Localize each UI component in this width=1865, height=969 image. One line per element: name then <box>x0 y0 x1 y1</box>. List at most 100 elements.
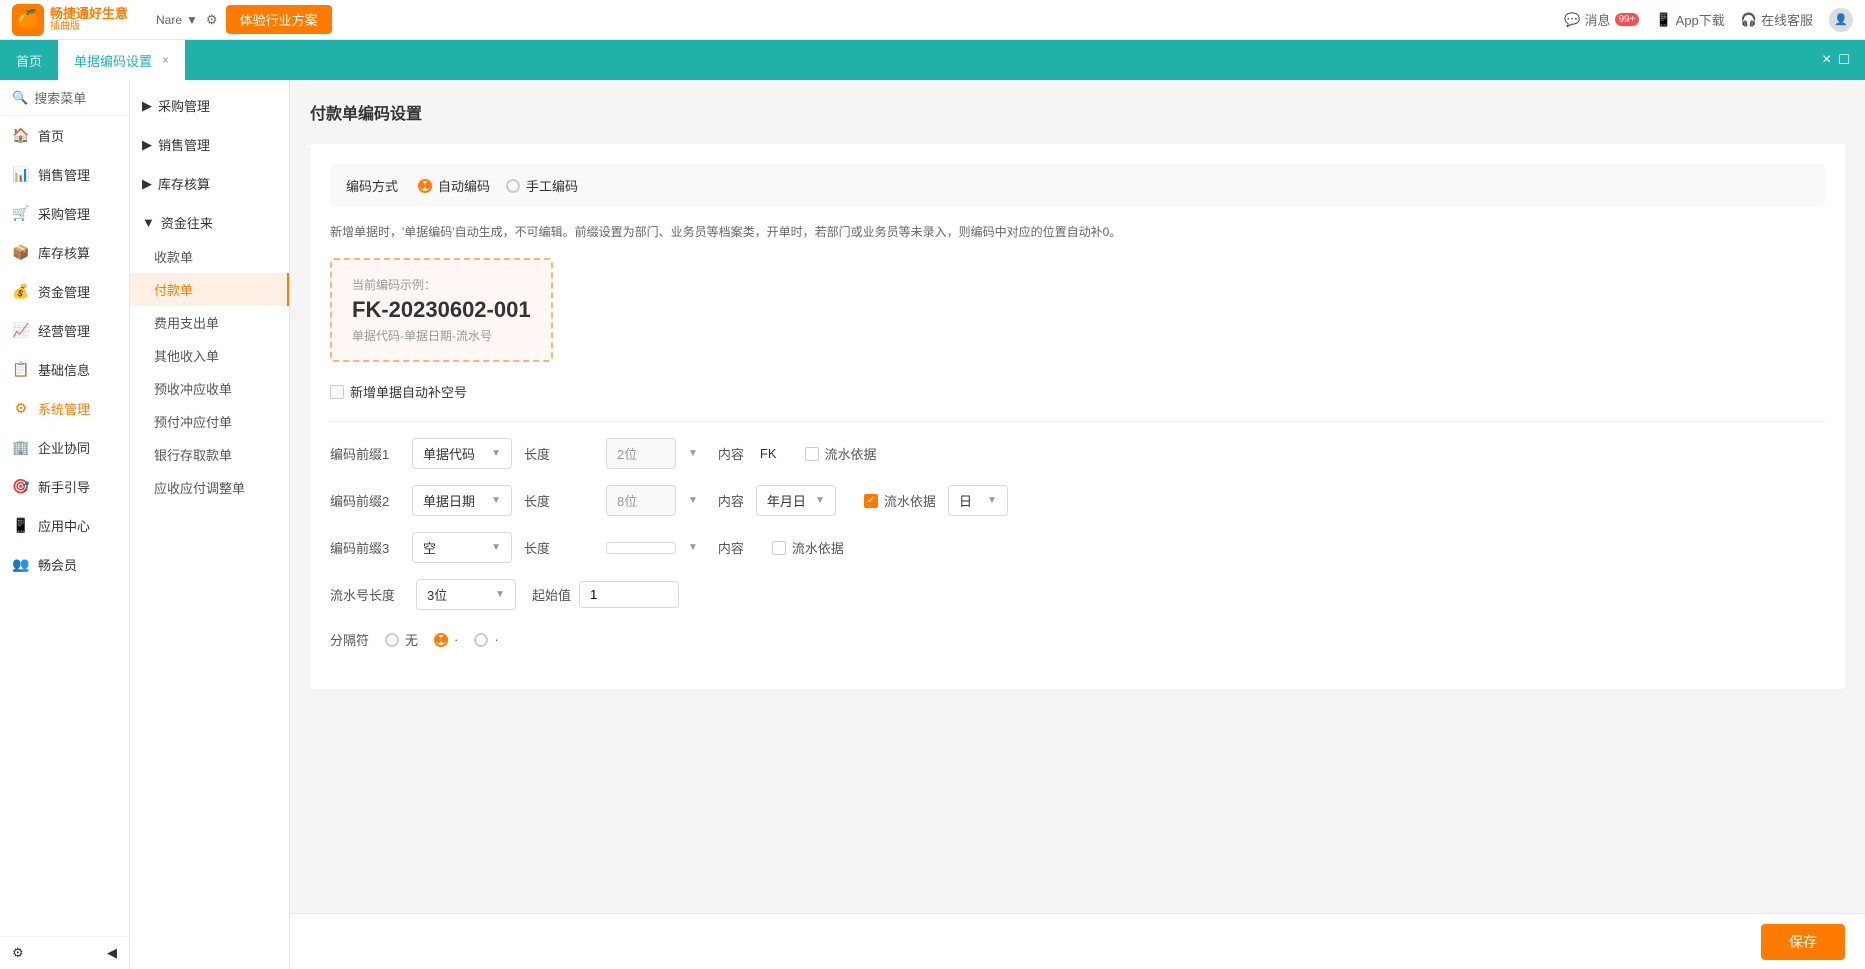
serial2-checkbox-group: ✓ 流水依据 <box>864 491 936 510</box>
encoding-method-row: 编码方式 自动编码 手工编码 <box>330 164 1825 207</box>
service-icon: 🎧 <box>1741 12 1757 28</box>
sub-group-inventory-title[interactable]: ▶ 库存核算 <box>130 166 289 201</box>
sidebar-collapse-icon[interactable]: ◀ <box>107 945 117 961</box>
sidebar-item-funds[interactable]: 💰 资金管理 <box>0 272 129 311</box>
auto-encoding-circle <box>418 179 432 193</box>
auto-fill-checkbox[interactable] <box>330 385 344 399</box>
funds-icon: 💰 <box>12 283 30 301</box>
prefix1-select[interactable]: 单据代码 ▼ <box>412 438 512 469</box>
home-icon: 🏠 <box>12 127 30 145</box>
sidebar-item-sales[interactable]: 📊 销售管理 <box>0 155 129 194</box>
online-service-button[interactable]: 🎧 在线客服 <box>1741 10 1813 29</box>
manual-encoding-circle <box>506 179 520 193</box>
sub-group-purchase-title[interactable]: ▶ 采购管理 <box>130 88 289 123</box>
content2-label: 内容 <box>718 491 744 510</box>
sidebar-item-guide[interactable]: 🎯 新手引导 <box>0 467 129 506</box>
sub-item-expense[interactable]: 费用支出单 <box>130 306 289 339</box>
minimize-button[interactable]: × <box>1822 51 1831 69</box>
sidebar-item-system[interactable]: ⚙ 系统管理 <box>0 389 129 428</box>
content1-label: 内容 <box>718 444 744 463</box>
avatar[interactable]: 👤 <box>1829 8 1853 32</box>
sub-item-prepay-receivable[interactable]: 预收冲应收单 <box>130 372 289 405</box>
sidebar-settings-icon[interactable]: ⚙ <box>12 945 24 961</box>
nav-dropdown[interactable]: Nare ▼ <box>156 13 198 27</box>
tab-close-icon[interactable]: × <box>162 53 169 67</box>
dropdown-arrow-content2: ▼ <box>815 495 825 506</box>
content1-value: FK <box>760 446 777 461</box>
sub-item-receivable-adjust[interactable]: 应收应付调整单 <box>130 471 289 504</box>
tab-encoding-settings[interactable]: 单据编码设置 × <box>58 40 185 80</box>
tab-bar-actions: × □ <box>1822 51 1849 69</box>
manual-encoding-radio[interactable]: 手工编码 <box>506 176 578 195</box>
chevron-right-icon2: ▶ <box>142 137 152 153</box>
sub-group-sales-title[interactable]: ▶ 销售管理 <box>130 127 289 162</box>
messages-badge: 99+ <box>1615 13 1640 26</box>
chevron-down-icon: ▼ <box>186 13 198 27</box>
inventory-icon: 📦 <box>12 244 30 262</box>
content2-select[interactable]: 年月日 ▼ <box>756 485 836 516</box>
prefix3-select[interactable]: 空 ▼ <box>412 532 512 563</box>
dropdown-arrow-unit2: ▼ <box>987 495 997 506</box>
dropdown-arrow-len2: ▼ <box>688 495 698 506</box>
code-preview: 当前编码示例： FK-20230602-001 单据代码-单据日期-流水号 <box>330 258 553 362</box>
download-icon: 📱 <box>1655 12 1671 28</box>
enterprise-icon: 🏢 <box>12 439 30 457</box>
sidebar-search[interactable]: 🔍 搜索菜单 <box>0 80 129 116</box>
length3-input[interactable] <box>606 542 676 554</box>
sub-item-other-income[interactable]: 其他收入单 <box>130 339 289 372</box>
start-value-input[interactable] <box>579 581 679 608</box>
sidebar-item-home[interactable]: 🏠 首页 <box>0 116 129 155</box>
sidebar-item-purchase[interactable]: 🛒 采购管理 <box>0 194 129 233</box>
sidebar-item-operations[interactable]: 📈 经营管理 <box>0 311 129 350</box>
chevron-down-icon2: ▼ <box>142 215 155 230</box>
serial2-checkbox[interactable]: ✓ <box>864 494 878 508</box>
save-button[interactable]: 保存 <box>1761 924 1845 960</box>
messages-button[interactable]: 💬 消息 99+ <box>1564 10 1639 29</box>
sidebar-item-apps[interactable]: 📱 应用中心 <box>0 506 129 545</box>
separator-dot-radio[interactable]: · <box>434 632 458 647</box>
sub-item-prepay-payable[interactable]: 预付冲应付单 <box>130 405 289 438</box>
sidebar-item-basics[interactable]: 📋 基础信息 <box>0 350 129 389</box>
sub-item-payment[interactable]: 付款单 <box>130 273 289 306</box>
sub-group-purchase: ▶ 采购管理 <box>130 88 289 123</box>
apps-icon: 📱 <box>12 517 30 535</box>
sidebar-item-member[interactable]: 👥 畅会员 <box>0 545 129 584</box>
maximize-button[interactable]: □ <box>1839 51 1849 69</box>
logo-text: 畅捷通好生意 插曲版 <box>50 6 128 34</box>
auto-encoding-radio[interactable]: 自动编码 <box>418 176 490 195</box>
industry-solution-button[interactable]: 体验行业方案 <box>226 5 332 34</box>
sidebar-item-inventory[interactable]: 📦 库存核算 <box>0 233 129 272</box>
separator-dot2-radio[interactable]: · <box>474 632 498 647</box>
logo: 🍊 畅捷通好生意 插曲版 <box>12 4 128 36</box>
sub-group-funds-title[interactable]: ▼ 资金往来 <box>130 205 289 240</box>
length1-label: 长度 <box>524 444 594 463</box>
serial1-checkbox-group: 流水依据 <box>805 444 877 463</box>
page-footer: 保存 <box>290 913 1865 969</box>
app-download-button[interactable]: 📱 App下载 <box>1655 10 1724 29</box>
tab-home[interactable]: 首页 <box>0 40 58 80</box>
guide-icon: 🎯 <box>12 478 30 496</box>
top-bar-nav: Nare ▼ ⚙ 体验行业方案 <box>156 5 332 34</box>
separator-row: 分隔符 无 · · <box>330 630 1825 649</box>
sub-item-receipt[interactable]: 收款单 <box>130 240 289 273</box>
length1-input: 2位 <box>606 438 676 469</box>
nav-settings-icon[interactable]: ⚙ <box>206 12 218 28</box>
prefix2-row: 编码前缀2 单据日期 ▼ 长度 8位 ▼ 内容 年月日 ▼ ✓ 流 <box>330 485 1825 516</box>
serial3-checkbox[interactable] <box>772 541 786 555</box>
separator-none-radio[interactable]: 无 <box>385 630 418 649</box>
serial-length-select[interactable]: 3位 ▼ <box>416 579 516 610</box>
sub-item-bank-deposit[interactable]: 银行存取款单 <box>130 438 289 471</box>
dropdown-arrow2: ▼ <box>491 495 501 506</box>
info-text: 新增单据时，'单据编码'自动生成，不可编辑。前缀设置为部门、业务员等档案类，开单… <box>330 223 1825 242</box>
prefix2-select[interactable]: 单据日期 ▼ <box>412 485 512 516</box>
serial1-checkbox[interactable] <box>805 447 819 461</box>
dropdown-arrow3: ▼ <box>491 542 501 553</box>
main-layout: 🔍 搜索菜单 🏠 首页 📊 销售管理 🛒 采购管理 📦 库存核算 💰 资金管理 … <box>0 80 1865 969</box>
sidebar-item-enterprise[interactable]: 🏢 企业协同 <box>0 428 129 467</box>
system-icon: ⚙ <box>12 400 30 418</box>
serial-row: 流水号长度 3位 ▼ 起始值 <box>330 579 1825 610</box>
serial2-unit-select[interactable]: 日 ▼ <box>948 485 1008 516</box>
dropdown-arrow-len3: ▼ <box>688 542 698 553</box>
content-area: 付款单编码设置 编码方式 自动编码 手工编码 <box>290 80 1865 913</box>
sub-sidebar: ▶ 采购管理 ▶ 销售管理 ▶ 库存核算 ▼ 资金往来 收款单 付款单 费用支出… <box>130 80 290 969</box>
